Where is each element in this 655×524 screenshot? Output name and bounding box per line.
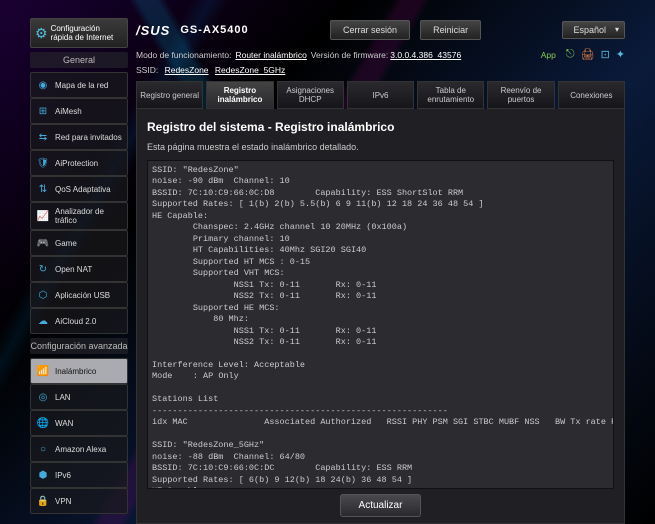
sidebar-item-qos-adaptativa[interactable]: ⇅ QoS Adaptativa xyxy=(30,176,128,202)
update-button[interactable]: Actualizar xyxy=(340,494,422,517)
status-icon-2[interactable]: 🖨 xyxy=(581,48,595,61)
sidebar-item-aicloud-2.0[interactable]: ☁ AiCloud 2.0 xyxy=(30,308,128,334)
reboot-button[interactable]: Reiniciar xyxy=(420,20,481,40)
sidebar-item-label: Amazon Alexa xyxy=(55,445,106,454)
logout-button[interactable]: Cerrar sesión xyxy=(330,20,410,40)
sidebar-item-label: Analizador de tráfico xyxy=(55,207,123,225)
sidebar-item-label: Inalámbrico xyxy=(55,367,96,376)
tab-ipv6[interactable]: IPv6 xyxy=(347,81,414,109)
sidebar-item-label: Red para invitados xyxy=(55,133,122,142)
sidebar-icon: ⇆ xyxy=(35,129,51,145)
sidebar-item-amazon-alexa[interactable]: ○ Amazon Alexa xyxy=(30,436,128,462)
sidebar-item-game[interactable]: 🎮 Game xyxy=(30,230,128,256)
model-name: GS-AX5400 xyxy=(180,24,248,36)
sidebar-item-aplicación-usb[interactable]: ⬡ Aplicación USB xyxy=(30,282,128,308)
sidebar-icon: ⇅ xyxy=(35,181,51,197)
sidebar-item-label: IPv6 xyxy=(55,471,71,480)
ssid2-link[interactable]: RedesZone_5GHz xyxy=(215,65,285,75)
fw-label: Versión de firmware: xyxy=(311,50,388,60)
wireless-log[interactable]: SSID: "RedesZone" noise: -90 dBm Channel… xyxy=(147,160,614,489)
sidebar-item-red-para-invitados[interactable]: ⇆ Red para invitados xyxy=(30,124,128,150)
sidebar-item-label: Game xyxy=(55,239,77,248)
sidebar-icon: 📈 xyxy=(35,208,51,224)
sidebar-icon: ⬡ xyxy=(35,287,51,303)
sidebar-item-label: AiCloud 2.0 xyxy=(55,317,96,326)
sidebar-item-label: VPN xyxy=(55,497,71,506)
tab-reenvío-de-puertos[interactable]: Reenvío de puertos xyxy=(487,81,554,109)
status-icon-3[interactable]: ⊡ xyxy=(601,48,610,61)
section-general: General xyxy=(30,52,128,68)
sidebar-item-lan[interactable]: ◎ LAN xyxy=(30,384,128,410)
tab-registro-inalámbrico[interactable]: Registro inalámbrico xyxy=(206,81,273,109)
sidebar-item-label: AiMesh xyxy=(55,107,82,116)
sidebar-item-label: Mapa de la red xyxy=(55,81,108,90)
sidebar-item-label: AiProtection xyxy=(55,159,98,168)
language-select[interactable]: Español xyxy=(562,21,625,39)
sidebar-icon: 🎮 xyxy=(35,235,51,251)
panel-desc: Esta página muestra el estado inalámbric… xyxy=(147,142,614,160)
tab-conexiones[interactable]: Conexiones xyxy=(558,81,625,109)
quick-setup-button[interactable]: ⚙ Configuración rápida de Internet xyxy=(30,18,128,48)
fw-link[interactable]: 3.0.0.4.386_43576 xyxy=(390,50,461,60)
status-icon-4[interactable]: ✦ xyxy=(616,48,625,61)
sidebar-item-aiprotection[interactable]: 🛡 AiProtection xyxy=(30,150,128,176)
sidebar-icon: 🔒 xyxy=(35,493,51,509)
sidebar-item-open-nat[interactable]: ↻ Open NAT xyxy=(30,256,128,282)
sidebar-item-wan[interactable]: 🌐 WAN xyxy=(30,410,128,436)
sidebar-item-mapa-de-la-red[interactable]: ◉ Mapa de la red xyxy=(30,72,128,98)
tab-tabla-de-enrutamiento[interactable]: Tabla de enrutamiento xyxy=(417,81,484,109)
sidebar-item-analizador-de-tráfico[interactable]: 📈Analizador de tráfico xyxy=(30,202,128,230)
sidebar-icon: ☁ xyxy=(35,313,51,329)
section-advanced: Configuración avanzada xyxy=(30,338,128,354)
brand-logo: /SUS xyxy=(136,23,170,38)
sidebar-item-label: WAN xyxy=(55,419,73,428)
sidebar-icon: ◉ xyxy=(35,77,51,93)
sidebar-icon: 📶 xyxy=(35,363,51,379)
app-link[interactable]: App xyxy=(541,50,556,60)
sidebar-item-aimesh[interactable]: ⊞ AiMesh xyxy=(30,98,128,124)
ssid-label: SSID: xyxy=(136,65,158,75)
mode-link[interactable]: Router inalámbrico xyxy=(235,50,306,60)
panel-title: Registro del sistema - Registro inalámbr… xyxy=(147,117,614,142)
sidebar-icon: ◎ xyxy=(35,389,51,405)
sidebar-item-label: LAN xyxy=(55,393,71,402)
status-icon-1[interactable]: ⎋ xyxy=(566,48,575,61)
mode-label: Modo de funcionamiento: xyxy=(136,50,231,60)
quick-setup-label: Configuración rápida de Internet xyxy=(51,24,123,42)
sidebar-icon: 🛡 xyxy=(35,155,51,171)
tab-registro-general[interactable]: Registro general xyxy=(136,81,203,109)
sidebar-item-label: Aplicación USB xyxy=(55,291,110,300)
sidebar-icon: 🌐 xyxy=(35,415,51,431)
sidebar-icon: ⊞ xyxy=(35,103,51,119)
sidebar-icon: ↻ xyxy=(35,261,51,277)
sidebar-item-label: Open NAT xyxy=(55,265,92,274)
globe-icon: ⚙ xyxy=(35,25,48,42)
sidebar-item-inalámbrico[interactable]: 📶 Inalámbrico xyxy=(30,358,128,384)
sidebar-item-ipv6[interactable]: ⬢ IPv6 xyxy=(30,462,128,488)
sidebar-item-label: QoS Adaptativa xyxy=(55,185,111,194)
ssid1-link[interactable]: RedesZone xyxy=(165,65,209,75)
sidebar-icon: ○ xyxy=(35,441,51,457)
sidebar-item-vpn[interactable]: 🔒 VPN xyxy=(30,488,128,514)
sidebar-icon: ⬢ xyxy=(35,467,51,483)
tab-asignaciones-dhcp[interactable]: Asignaciones DHCP xyxy=(277,81,344,109)
